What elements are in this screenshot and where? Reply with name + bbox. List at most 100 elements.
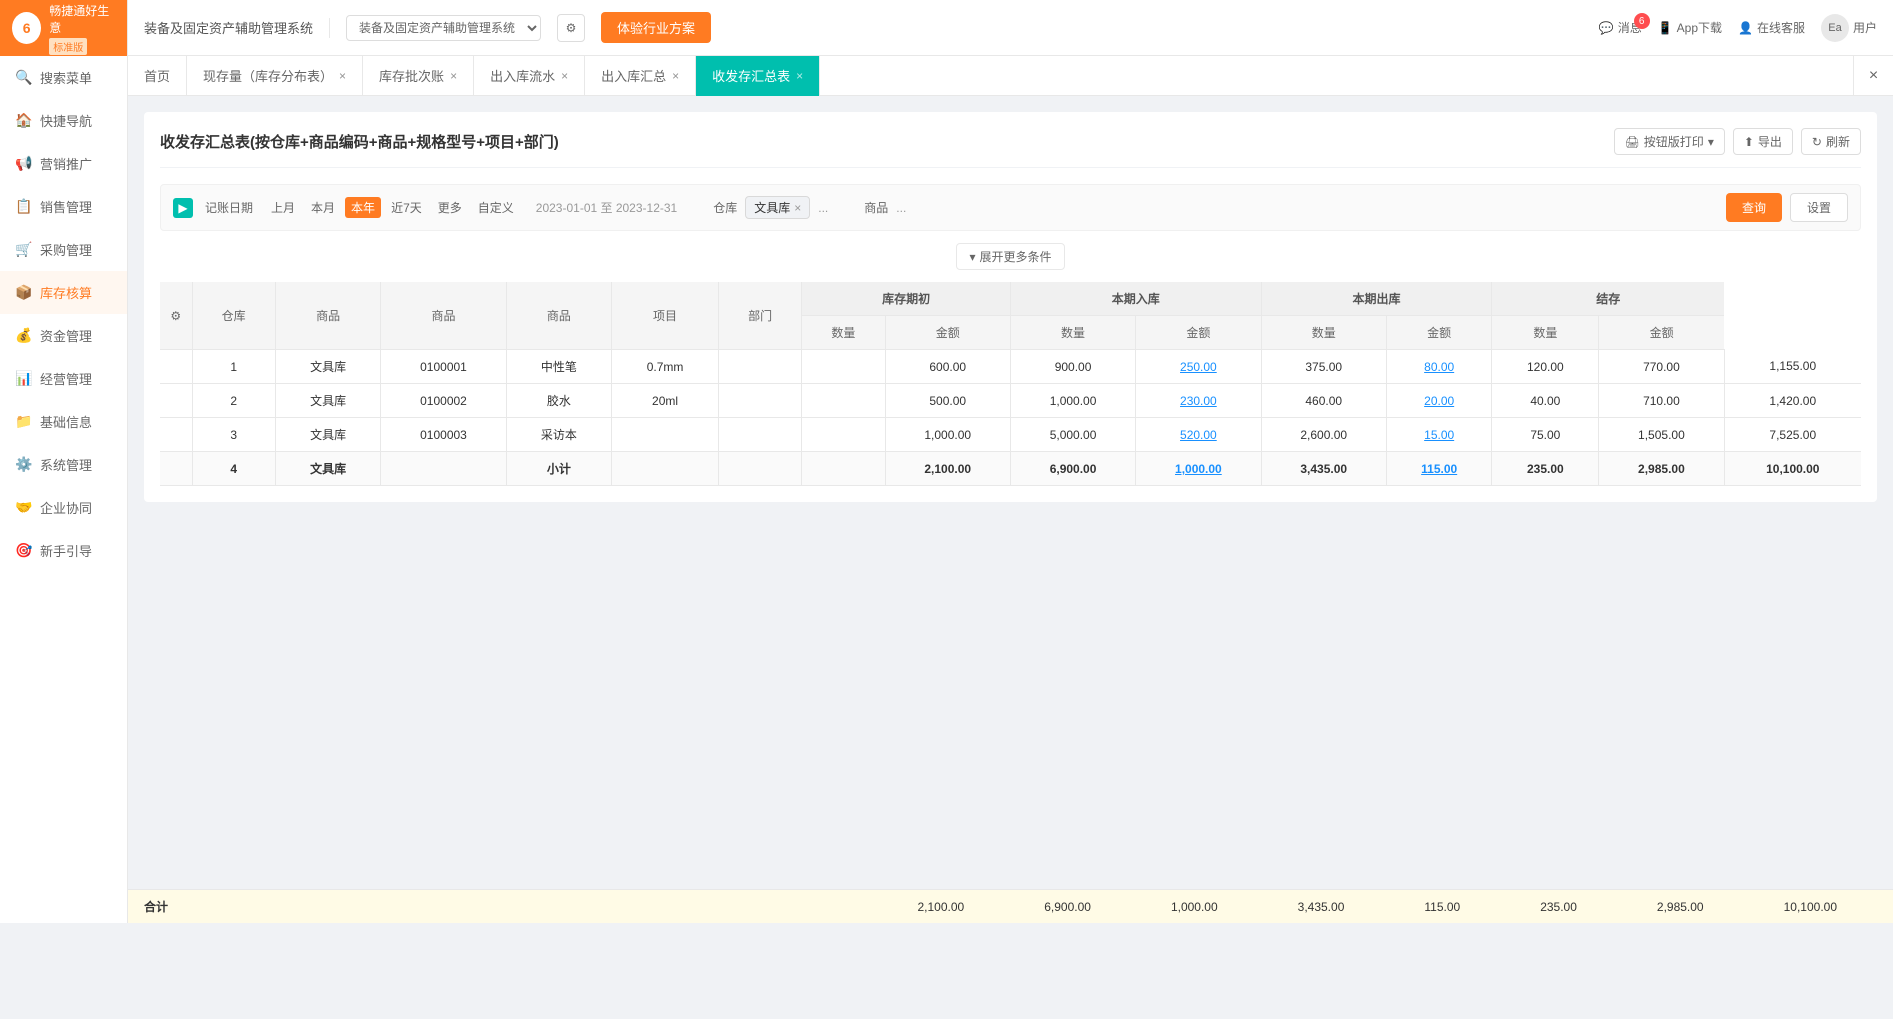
sidebar-item-label: 快捷导航 — [40, 111, 92, 130]
tab-flow-close[interactable]: × — [561, 69, 568, 83]
cell-out-amt: 120.00 — [1492, 350, 1599, 384]
tabs-close-all-button[interactable]: × — [1853, 56, 1893, 96]
setting-button[interactable]: 设置 — [1790, 193, 1848, 222]
tab-home[interactable]: 首页 — [128, 56, 187, 96]
cell-out-qty[interactable]: 80.00 — [1386, 350, 1492, 384]
sidebar-item-label: 基础信息 — [40, 412, 92, 431]
date-btn-this-month[interactable]: 本月 — [305, 197, 341, 218]
message-button[interactable]: 💬 消息 6 — [1599, 19, 1642, 36]
expand-conditions-btn[interactable]: ▾ 展开更多条件 — [956, 243, 1064, 270]
sidebar-item-label: 新手引导 — [40, 541, 92, 560]
user-area[interactable]: Ea 用户 — [1821, 14, 1877, 42]
tab-flow[interactable]: 出入库流水 × — [474, 56, 585, 96]
tab-inventory-dist-close[interactable]: × — [339, 69, 346, 83]
query-button[interactable]: 查询 — [1726, 193, 1782, 222]
data-table: ⚙ 仓库 商品 商品 商品 项目 部门 库存期初 本期入库 本期出库 结存 数量 — [160, 282, 1861, 486]
sidebar-item-enterprise[interactable]: 🤝 企业协同 — [0, 486, 127, 529]
footer-label: 合计 — [144, 898, 168, 915]
app-download-button[interactable]: 📱 App下载 — [1658, 19, 1722, 36]
th-out: 本期出库 — [1261, 282, 1492, 316]
print-btn[interactable]: 🖨 按钮版打印 ▾ — [1614, 128, 1725, 155]
cell-open-amt: 900.00 — [1010, 350, 1135, 384]
cell-bal-amt: 1,155.00 — [1724, 350, 1861, 384]
sidebar-item-guide[interactable]: 🎯 新手引导 — [0, 529, 127, 572]
th-spec: 商品 — [506, 282, 612, 350]
cell-in-amt: 2,600.00 — [1261, 418, 1386, 452]
sidebar-item-operation[interactable]: 📊 经营管理 — [0, 357, 127, 400]
th-opening: 库存期初 — [802, 282, 1011, 316]
cell-in-qty[interactable]: 230.00 — [1136, 384, 1261, 418]
tab-inventory-dist[interactable]: 现存量（库存分布表） × — [187, 56, 363, 96]
filter-bar: ▶ 记账日期 上月 本月 本年 近7天 更多 自定义 2023-01-01 至 … — [160, 184, 1861, 231]
sidebar-item-system[interactable]: ⚙️ 系统管理 — [0, 443, 127, 486]
footer-totals: 2,100.00 6,900.00 1,000.00 3,435.00 115.… — [878, 900, 1878, 914]
print-icon: 🖨 — [1625, 135, 1640, 149]
cell-out-qty[interactable]: 115.00 — [1386, 452, 1492, 486]
goods-label: 商品 — [864, 199, 888, 216]
topbar-right: 💬 消息 6 📱 App下载 👤 在线客服 Ea 用户 — [1599, 14, 1877, 42]
online-service-button[interactable]: 👤 在线客服 — [1738, 19, 1805, 36]
sidebar-item-inventory[interactable]: 📦 库存核算 — [0, 271, 127, 314]
cell-warehouse: 文具库 — [275, 418, 381, 452]
cell-open-qty: 2,100.00 — [885, 452, 1010, 486]
warehouse-more[interactable]: ... — [818, 201, 828, 215]
refresh-btn[interactable]: ↻ 刷新 — [1801, 128, 1861, 155]
goods-more[interactable]: ... — [896, 201, 906, 215]
row-gear — [160, 452, 192, 486]
sidebar-item-search[interactable]: 🔍 搜索菜单 — [0, 56, 127, 99]
cell-dept — [802, 384, 885, 418]
sidebar-item-marketing[interactable]: 📢 营销推广 — [0, 142, 127, 185]
date-btn-7days[interactable]: 近7天 — [385, 197, 428, 218]
cell-in-qty[interactable]: 1,000.00 — [1136, 452, 1261, 486]
filter-collapse-btn[interactable]: ▶ — [173, 198, 193, 218]
tab-summary[interactable]: 出入库汇总 × — [585, 56, 696, 96]
cell-in-qty[interactable]: 520.00 — [1136, 418, 1261, 452]
tab-recv-send[interactable]: 收发存汇总表 × — [696, 56, 820, 96]
tab-batch-close[interactable]: × — [450, 69, 457, 83]
date-btn-this-year[interactable]: 本年 — [345, 197, 381, 218]
sidebar-item-label: 经营管理 — [40, 369, 92, 388]
cell-in-qty[interactable]: 250.00 — [1136, 350, 1261, 384]
topbar-title: 装备及固定资产辅助管理系统 — [144, 18, 313, 37]
footer-in-amt: 3,435.00 — [1258, 900, 1385, 914]
cell-open-qty: 500.00 — [885, 384, 1010, 418]
date-btn-last-month[interactable]: 上月 — [265, 197, 301, 218]
th-settings[interactable]: ⚙ — [160, 282, 192, 350]
topbar-system-select[interactable]: 装备及固定资产辅助管理系统 — [346, 15, 541, 41]
footer-open-amt: 6,900.00 — [1004, 900, 1131, 914]
date-range-display: 2023-01-01 至 2023-12-31 — [536, 199, 677, 216]
cell-name: 小计 — [506, 452, 612, 486]
sidebar-item-finance[interactable]: 💰 资金管理 — [0, 314, 127, 357]
footer-in-qty: 1,000.00 — [1131, 900, 1258, 914]
th-in-amt: 金额 — [1136, 316, 1261, 350]
export-btn[interactable]: ⬆ 导出 — [1733, 128, 1793, 155]
sidebar-item-label: 企业协同 — [40, 498, 92, 517]
sidebar-item-sales[interactable]: 📋 销售管理 — [0, 185, 127, 228]
topbar-gear-button[interactable]: ⚙ — [557, 14, 585, 42]
cell-out-qty[interactable]: 20.00 — [1386, 384, 1492, 418]
cell-warehouse: 文具库 — [275, 452, 381, 486]
tab-summary-close[interactable]: × — [672, 69, 679, 83]
warehouse-tag-close[interactable]: × — [794, 201, 801, 215]
tab-recv-send-close[interactable]: × — [796, 69, 803, 83]
sidebar-item-basicinfo[interactable]: 📁 基础信息 — [0, 400, 127, 443]
cell-warehouse: 文具库 — [275, 350, 381, 384]
cell-spec — [612, 452, 719, 486]
experience-btn[interactable]: 体验行业方案 — [601, 12, 711, 43]
cell-open-amt: 6,900.00 — [1010, 452, 1135, 486]
cell-dept — [802, 350, 885, 384]
date-btn-custom[interactable]: 自定义 — [472, 197, 520, 218]
date-btn-more[interactable]: 更多 — [432, 197, 468, 218]
sidebar-logo: 6 畅捷通好生意 标准版 — [0, 0, 127, 56]
sales-icon: 📋 — [16, 199, 32, 215]
th-in-qty: 数量 — [1010, 316, 1135, 350]
tab-batch[interactable]: 库存批次账 × — [363, 56, 474, 96]
sidebar-item-quick[interactable]: 🏠 快捷导航 — [0, 99, 127, 142]
tab-batch-label: 库存批次账 — [379, 66, 444, 85]
sidebar-item-purchase[interactable]: 🛒 采购管理 — [0, 228, 127, 271]
warehouse-tag-text: 文具库 — [754, 199, 790, 216]
cell-out-qty[interactable]: 15.00 — [1386, 418, 1492, 452]
cell-bal-qty: 2,985.00 — [1599, 452, 1724, 486]
cell-project — [718, 384, 801, 418]
basicinfo-icon: 📁 — [16, 414, 32, 430]
